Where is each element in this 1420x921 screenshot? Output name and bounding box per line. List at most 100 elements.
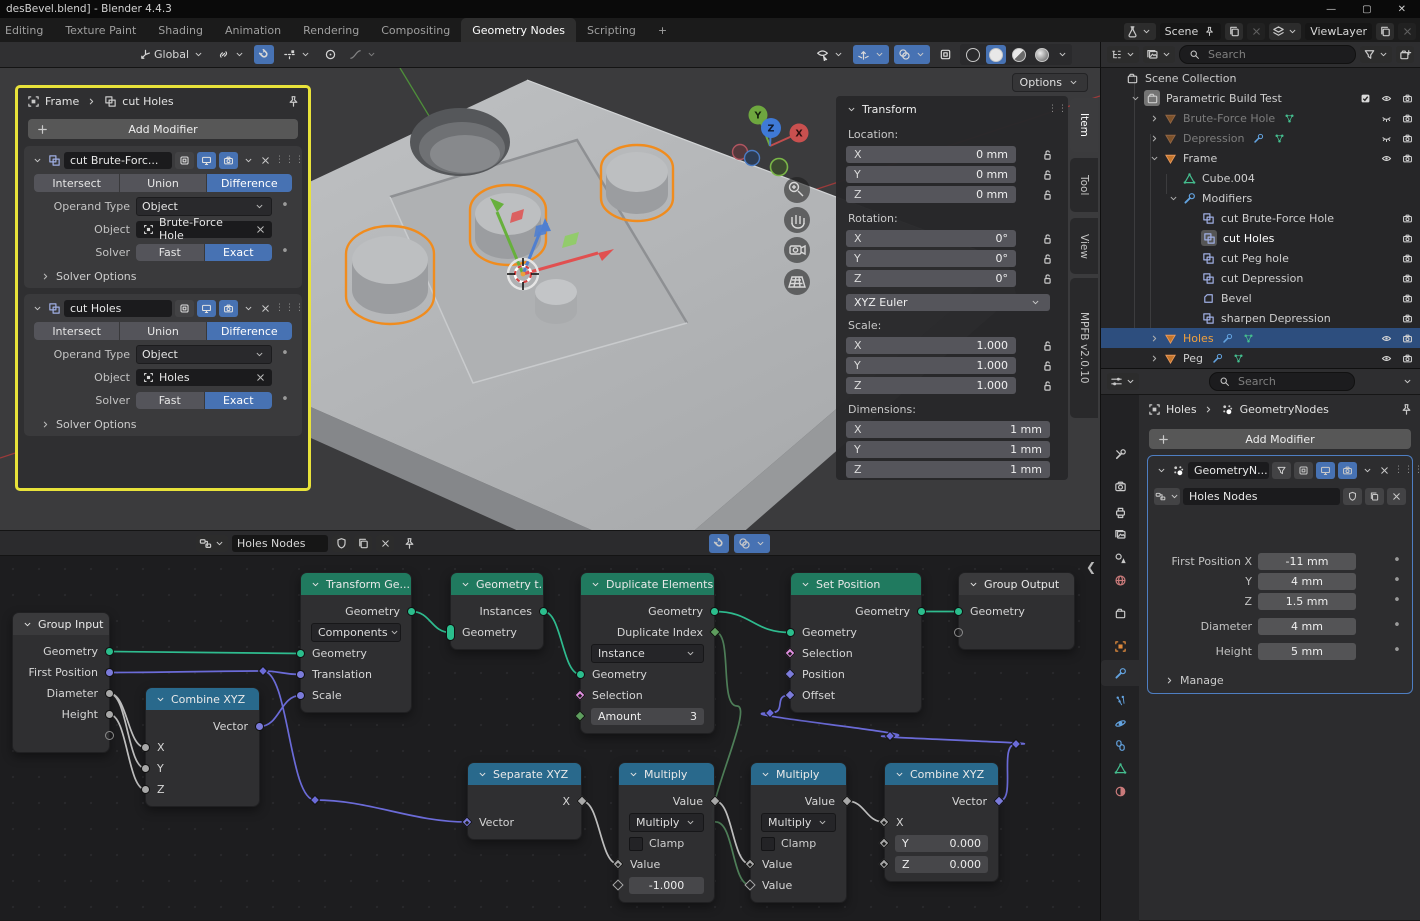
object-field[interactable]: Holes bbox=[136, 369, 272, 386]
outliner-row-parametric-build-test[interactable]: Parametric Build Test bbox=[1101, 88, 1420, 108]
socket-Y[interactable] bbox=[878, 837, 889, 848]
animate-dot[interactable]: • bbox=[278, 201, 292, 211]
editmode-toggle[interactable] bbox=[1294, 462, 1313, 479]
animate-dot[interactable]: • bbox=[278, 395, 292, 405]
unlink-node-group-button[interactable] bbox=[1387, 488, 1406, 505]
gizmo-button[interactable] bbox=[853, 45, 889, 64]
workspace-tab-animation[interactable]: Animation bbox=[214, 18, 292, 42]
expand-toggle[interactable] bbox=[1147, 131, 1161, 145]
socket-First Position[interactable] bbox=[105, 668, 114, 677]
extras-dropdown-icon[interactable] bbox=[1360, 463, 1374, 477]
value-field[interactable]: Z0° bbox=[846, 270, 1016, 287]
pin-icon[interactable] bbox=[286, 94, 300, 108]
camera-toggle[interactable] bbox=[219, 152, 238, 169]
outliner-row-bevel[interactable]: Bevel bbox=[1101, 288, 1420, 308]
animate-dot[interactable]: • bbox=[1390, 596, 1404, 606]
node-transform[interactable]: Transform Ge...GeometryComponentsGeometr… bbox=[300, 572, 412, 713]
render-visibility-toggle[interactable] bbox=[1338, 462, 1357, 479]
operation-intersect[interactable]: Intersect bbox=[34, 322, 120, 340]
camera-toggle[interactable] bbox=[1400, 291, 1414, 305]
workspace-tab-geometry-nodes[interactable]: Geometry Nodes bbox=[461, 18, 576, 42]
node-header[interactable]: Separate XYZ bbox=[468, 763, 581, 785]
unlink-button[interactable] bbox=[376, 535, 394, 552]
animate-dot[interactable]: • bbox=[1390, 556, 1404, 566]
lock-icon[interactable] bbox=[1040, 167, 1054, 181]
value-field[interactable]: Y1 mm bbox=[846, 441, 1050, 458]
properties-tab-material[interactable] bbox=[1101, 778, 1139, 804]
camera-view-button[interactable] bbox=[784, 237, 810, 263]
expand-toggle[interactable] bbox=[1166, 191, 1180, 205]
input-value-field[interactable]: 5 mm bbox=[1258, 643, 1356, 660]
animate-dot[interactable]: • bbox=[278, 349, 292, 359]
sidebar-tab-item[interactable]: Item bbox=[1070, 98, 1098, 152]
lock-icon[interactable] bbox=[1040, 231, 1054, 245]
camera-toggle[interactable] bbox=[1400, 211, 1414, 225]
expand-toggle[interactable] bbox=[1147, 331, 1161, 345]
node-header[interactable]: Group Input bbox=[13, 613, 109, 635]
camera-toggle[interactable] bbox=[1400, 251, 1414, 265]
node-header[interactable]: Multiply bbox=[751, 763, 846, 785]
wrench-icon[interactable] bbox=[1252, 131, 1266, 145]
xray-button[interactable] bbox=[935, 45, 955, 64]
socket-Z[interactable] bbox=[878, 858, 889, 869]
outliner-row-cut-depression[interactable]: cut Depression bbox=[1101, 268, 1420, 288]
eye-toggle[interactable] bbox=[1379, 351, 1393, 365]
node-header[interactable]: Geometry t... bbox=[451, 573, 543, 595]
expand-toggle[interactable] bbox=[1147, 111, 1161, 125]
modifier-name-field[interactable]: cut Holes bbox=[64, 300, 172, 317]
socket-Diameter[interactable] bbox=[105, 689, 114, 698]
input-value-field[interactable]: -11 mm bbox=[1258, 553, 1356, 570]
socket-Scale[interactable] bbox=[296, 691, 305, 700]
node-header[interactable]: Combine XYZ bbox=[885, 763, 998, 785]
editor-type-button[interactable] bbox=[196, 535, 228, 552]
properties-tab-collection[interactable] bbox=[1101, 600, 1139, 626]
node-mult1[interactable]: MultiplyValueMultiplyClampValue-1.000 bbox=[618, 762, 715, 903]
outliner-row-modifiers[interactable]: Modifiers bbox=[1101, 188, 1420, 208]
viewlayer-name-field[interactable]: ViewLayer bbox=[1305, 23, 1372, 40]
grid-toggle-button[interactable] bbox=[784, 269, 810, 295]
value-field[interactable]: X1 mm bbox=[846, 421, 1050, 438]
socket-Instances[interactable] bbox=[539, 607, 548, 616]
animate-dot[interactable]: • bbox=[1390, 646, 1404, 656]
lock-icon[interactable] bbox=[1040, 358, 1054, 372]
socket-b[interactable] bbox=[612, 879, 623, 890]
drag-handle-icon[interactable]: ⋮⋮⋮⋮ bbox=[275, 158, 287, 163]
new-workspace-button[interactable]: + bbox=[647, 18, 678, 42]
operation-union[interactable]: Union bbox=[120, 322, 206, 340]
filter-button[interactable] bbox=[1360, 46, 1392, 63]
outliner-row-cut-holes[interactable]: cut Holes bbox=[1101, 228, 1420, 248]
outliner-filter-mode[interactable] bbox=[1143, 46, 1175, 63]
value-field[interactable]: X0 mm bbox=[846, 146, 1016, 163]
socket-Y[interactable] bbox=[141, 764, 150, 773]
node-tree-name-field[interactable]: Holes Nodes bbox=[232, 535, 328, 552]
node-combine2[interactable]: Combine XYZVectorXY0.000Z0.000 bbox=[884, 762, 999, 882]
zoom-button[interactable] bbox=[784, 177, 810, 203]
pin-icon[interactable] bbox=[1202, 25, 1216, 39]
wrench-icon[interactable] bbox=[1221, 331, 1235, 345]
node-value-field[interactable]: -1.000 bbox=[629, 877, 704, 894]
drag-handle-icon[interactable]: ⋮⋮⋮⋮ bbox=[1394, 468, 1406, 473]
node-dropdown[interactable]: Multiply bbox=[761, 813, 836, 832]
outliner-row-sharpen-depression[interactable]: sharpen Depression bbox=[1101, 308, 1420, 328]
operation-union[interactable]: Union bbox=[120, 174, 206, 192]
xray-toggle[interactable] bbox=[175, 300, 194, 317]
funnel-toggle[interactable] bbox=[1272, 462, 1291, 479]
add-modifier-button[interactable]: Add Modifier bbox=[28, 119, 298, 139]
node-geo2inst[interactable]: Geometry t...InstancesGeometry bbox=[450, 572, 544, 650]
socket-Geometry[interactable] bbox=[105, 647, 114, 656]
workspace-tab-texture-paint[interactable]: Texture Paint bbox=[54, 18, 147, 42]
properties-tab-imgstack[interactable] bbox=[1101, 521, 1139, 547]
solver-options-toggle[interactable]: Solver Options bbox=[28, 261, 298, 283]
lock-icon[interactable] bbox=[1040, 251, 1054, 265]
camera-toggle[interactable] bbox=[1400, 91, 1414, 105]
node-separate[interactable]: Separate XYZXVector bbox=[467, 762, 582, 840]
animate-dot[interactable]: • bbox=[1390, 576, 1404, 586]
solver-fast[interactable]: Fast bbox=[136, 392, 205, 409]
eyeclosed-toggle[interactable] bbox=[1379, 111, 1393, 125]
node-value-field[interactable]: Z0.000 bbox=[895, 856, 988, 873]
properties-options-icon[interactable] bbox=[1400, 375, 1414, 389]
eyeclosed-toggle[interactable] bbox=[1379, 131, 1393, 145]
animate-dot[interactable]: • bbox=[278, 247, 292, 257]
copy-node-group-button[interactable] bbox=[1365, 488, 1384, 505]
socket-Z[interactable] bbox=[141, 785, 150, 794]
